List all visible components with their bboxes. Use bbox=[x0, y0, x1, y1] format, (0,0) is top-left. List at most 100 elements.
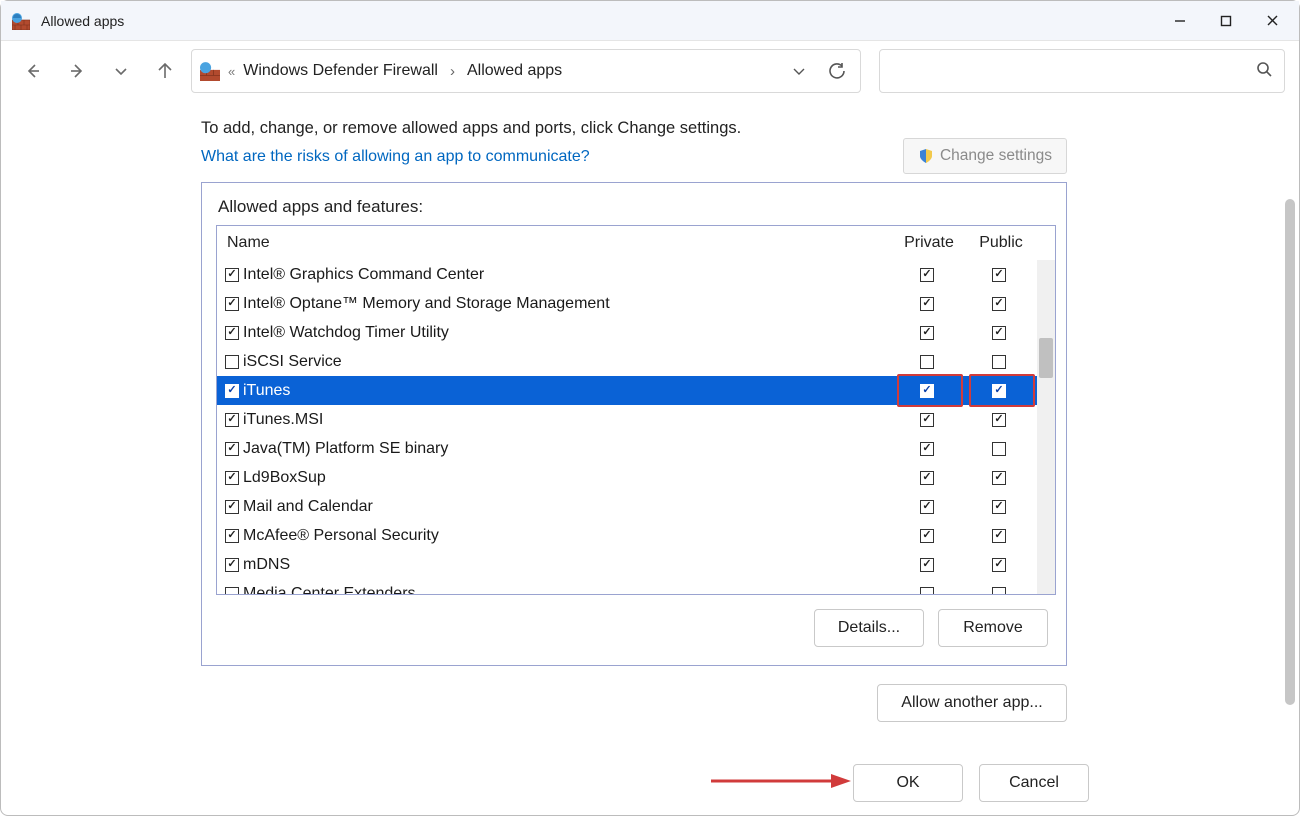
breadcrumb-current[interactable]: Allowed apps bbox=[467, 62, 562, 80]
private-checkbox[interactable] bbox=[920, 413, 934, 427]
private-checkbox[interactable] bbox=[920, 587, 934, 595]
public-checkbox[interactable] bbox=[992, 297, 1006, 311]
public-checkbox[interactable] bbox=[992, 355, 1006, 369]
remove-button[interactable]: Remove bbox=[938, 609, 1048, 647]
dialog-footer: OK Cancel bbox=[1, 751, 1299, 815]
address-dropdown[interactable] bbox=[784, 56, 814, 86]
enable-checkbox[interactable] bbox=[225, 326, 239, 340]
enable-checkbox[interactable] bbox=[225, 413, 239, 427]
column-name[interactable]: Name bbox=[217, 234, 893, 252]
minimize-button[interactable] bbox=[1157, 1, 1203, 41]
table-row[interactable]: Intel® Optane™ Memory and Storage Manage… bbox=[217, 289, 1055, 318]
public-checkbox[interactable] bbox=[992, 442, 1006, 456]
enable-checkbox[interactable] bbox=[225, 587, 239, 595]
table-row[interactable]: McAfee® Personal Security bbox=[217, 521, 1055, 550]
table-row[interactable]: Intel® Graphics Command Center bbox=[217, 260, 1055, 289]
table-row[interactable]: iTunes.MSI bbox=[217, 405, 1055, 434]
private-checkbox[interactable] bbox=[920, 471, 934, 485]
private-checkbox[interactable] bbox=[920, 297, 934, 311]
app-name: Intel® Watchdog Timer Utility bbox=[243, 324, 893, 342]
page-scrollbar[interactable] bbox=[1283, 109, 1297, 745]
refresh-button[interactable] bbox=[822, 56, 852, 86]
table-row[interactable]: Java(TM) Platform SE binary bbox=[217, 434, 1055, 463]
public-checkbox[interactable] bbox=[992, 471, 1006, 485]
enable-checkbox[interactable] bbox=[225, 500, 239, 514]
app-name: Mail and Calendar bbox=[243, 498, 893, 516]
public-checkbox[interactable] bbox=[992, 384, 1006, 398]
apps-listbox[interactable]: Name Private Public Intel® Graphics Comm… bbox=[216, 225, 1056, 595]
public-checkbox[interactable] bbox=[992, 326, 1006, 340]
breadcrumb-parent[interactable]: Windows Defender Firewall bbox=[243, 62, 438, 80]
window-title: Allowed apps bbox=[41, 13, 124, 29]
back-button[interactable] bbox=[15, 53, 51, 89]
scrollbar-thumb[interactable] bbox=[1039, 338, 1053, 378]
column-public[interactable]: Public bbox=[965, 234, 1037, 252]
list-scrollbar[interactable] bbox=[1037, 260, 1055, 594]
app-name: Intel® Optane™ Memory and Storage Manage… bbox=[243, 295, 893, 313]
table-row[interactable]: Media Center Extenders bbox=[217, 579, 1055, 594]
firewall-icon bbox=[11, 11, 31, 31]
app-name: Media Center Extenders bbox=[243, 585, 893, 595]
shield-icon bbox=[918, 148, 934, 164]
forward-button[interactable] bbox=[59, 53, 95, 89]
enable-checkbox[interactable] bbox=[225, 268, 239, 282]
risks-link[interactable]: What are the risks of allowing an app to… bbox=[201, 148, 590, 165]
public-checkbox[interactable] bbox=[992, 529, 1006, 543]
app-name: iSCSI Service bbox=[243, 353, 893, 371]
public-checkbox[interactable] bbox=[992, 413, 1006, 427]
cancel-button[interactable]: Cancel bbox=[979, 764, 1089, 802]
private-checkbox[interactable] bbox=[920, 355, 934, 369]
table-row[interactable]: iSCSI Service bbox=[217, 347, 1055, 376]
app-name: mDNS bbox=[243, 556, 893, 574]
enable-checkbox[interactable] bbox=[225, 355, 239, 369]
private-checkbox[interactable] bbox=[920, 384, 934, 398]
table-row[interactable]: Intel® Watchdog Timer Utility bbox=[217, 318, 1055, 347]
recent-dropdown[interactable] bbox=[103, 53, 139, 89]
enable-checkbox[interactable] bbox=[225, 384, 239, 398]
app-name: iTunes bbox=[243, 382, 893, 400]
private-checkbox[interactable] bbox=[920, 268, 934, 282]
search-input[interactable] bbox=[879, 49, 1285, 93]
column-private[interactable]: Private bbox=[893, 234, 965, 252]
firewall-icon bbox=[200, 61, 220, 81]
ok-button[interactable]: OK bbox=[853, 764, 963, 802]
public-checkbox[interactable] bbox=[992, 558, 1006, 572]
enable-checkbox[interactable] bbox=[225, 529, 239, 543]
table-row[interactable]: mDNS bbox=[217, 550, 1055, 579]
public-checkbox[interactable] bbox=[992, 268, 1006, 282]
table-row[interactable]: iTunes bbox=[217, 376, 1055, 405]
enable-checkbox[interactable] bbox=[225, 297, 239, 311]
details-button[interactable]: Details... bbox=[814, 609, 924, 647]
path-overflow-icon[interactable]: « bbox=[228, 64, 235, 79]
enable-checkbox[interactable] bbox=[225, 558, 239, 572]
nav-row: « Windows Defender Firewall › Allowed ap… bbox=[1, 41, 1299, 101]
private-checkbox[interactable] bbox=[920, 558, 934, 572]
intro-text: To add, change, or remove allowed apps a… bbox=[201, 119, 1081, 138]
address-bar[interactable]: « Windows Defender Firewall › Allowed ap… bbox=[191, 49, 861, 93]
titlebar: Allowed apps bbox=[1, 1, 1299, 41]
group-title: Allowed apps and features: bbox=[218, 197, 1056, 217]
allow-another-app-button[interactable]: Allow another app... bbox=[877, 684, 1067, 722]
private-checkbox[interactable] bbox=[920, 326, 934, 340]
app-name: Ld9BoxSup bbox=[243, 469, 893, 487]
close-button[interactable] bbox=[1249, 1, 1295, 41]
public-checkbox[interactable] bbox=[992, 587, 1006, 595]
app-name: McAfee® Personal Security bbox=[243, 527, 893, 545]
private-checkbox[interactable] bbox=[920, 500, 934, 514]
table-row[interactable]: Mail and Calendar bbox=[217, 492, 1055, 521]
private-checkbox[interactable] bbox=[920, 529, 934, 543]
public-checkbox[interactable] bbox=[992, 500, 1006, 514]
up-button[interactable] bbox=[147, 53, 183, 89]
page-scrollbar-thumb[interactable] bbox=[1285, 199, 1295, 705]
search-icon bbox=[1256, 61, 1272, 81]
enable-checkbox[interactable] bbox=[225, 442, 239, 456]
enable-checkbox[interactable] bbox=[225, 471, 239, 485]
app-name: Intel® Graphics Command Center bbox=[243, 266, 893, 284]
annotation-arrow bbox=[711, 771, 851, 791]
private-checkbox[interactable] bbox=[920, 442, 934, 456]
list-header: Name Private Public bbox=[217, 226, 1055, 260]
allowed-apps-group: Allowed apps and features: Name Private … bbox=[201, 182, 1067, 666]
change-settings-button[interactable]: Change settings bbox=[903, 138, 1067, 174]
table-row[interactable]: Ld9BoxSup bbox=[217, 463, 1055, 492]
maximize-button[interactable] bbox=[1203, 1, 1249, 41]
